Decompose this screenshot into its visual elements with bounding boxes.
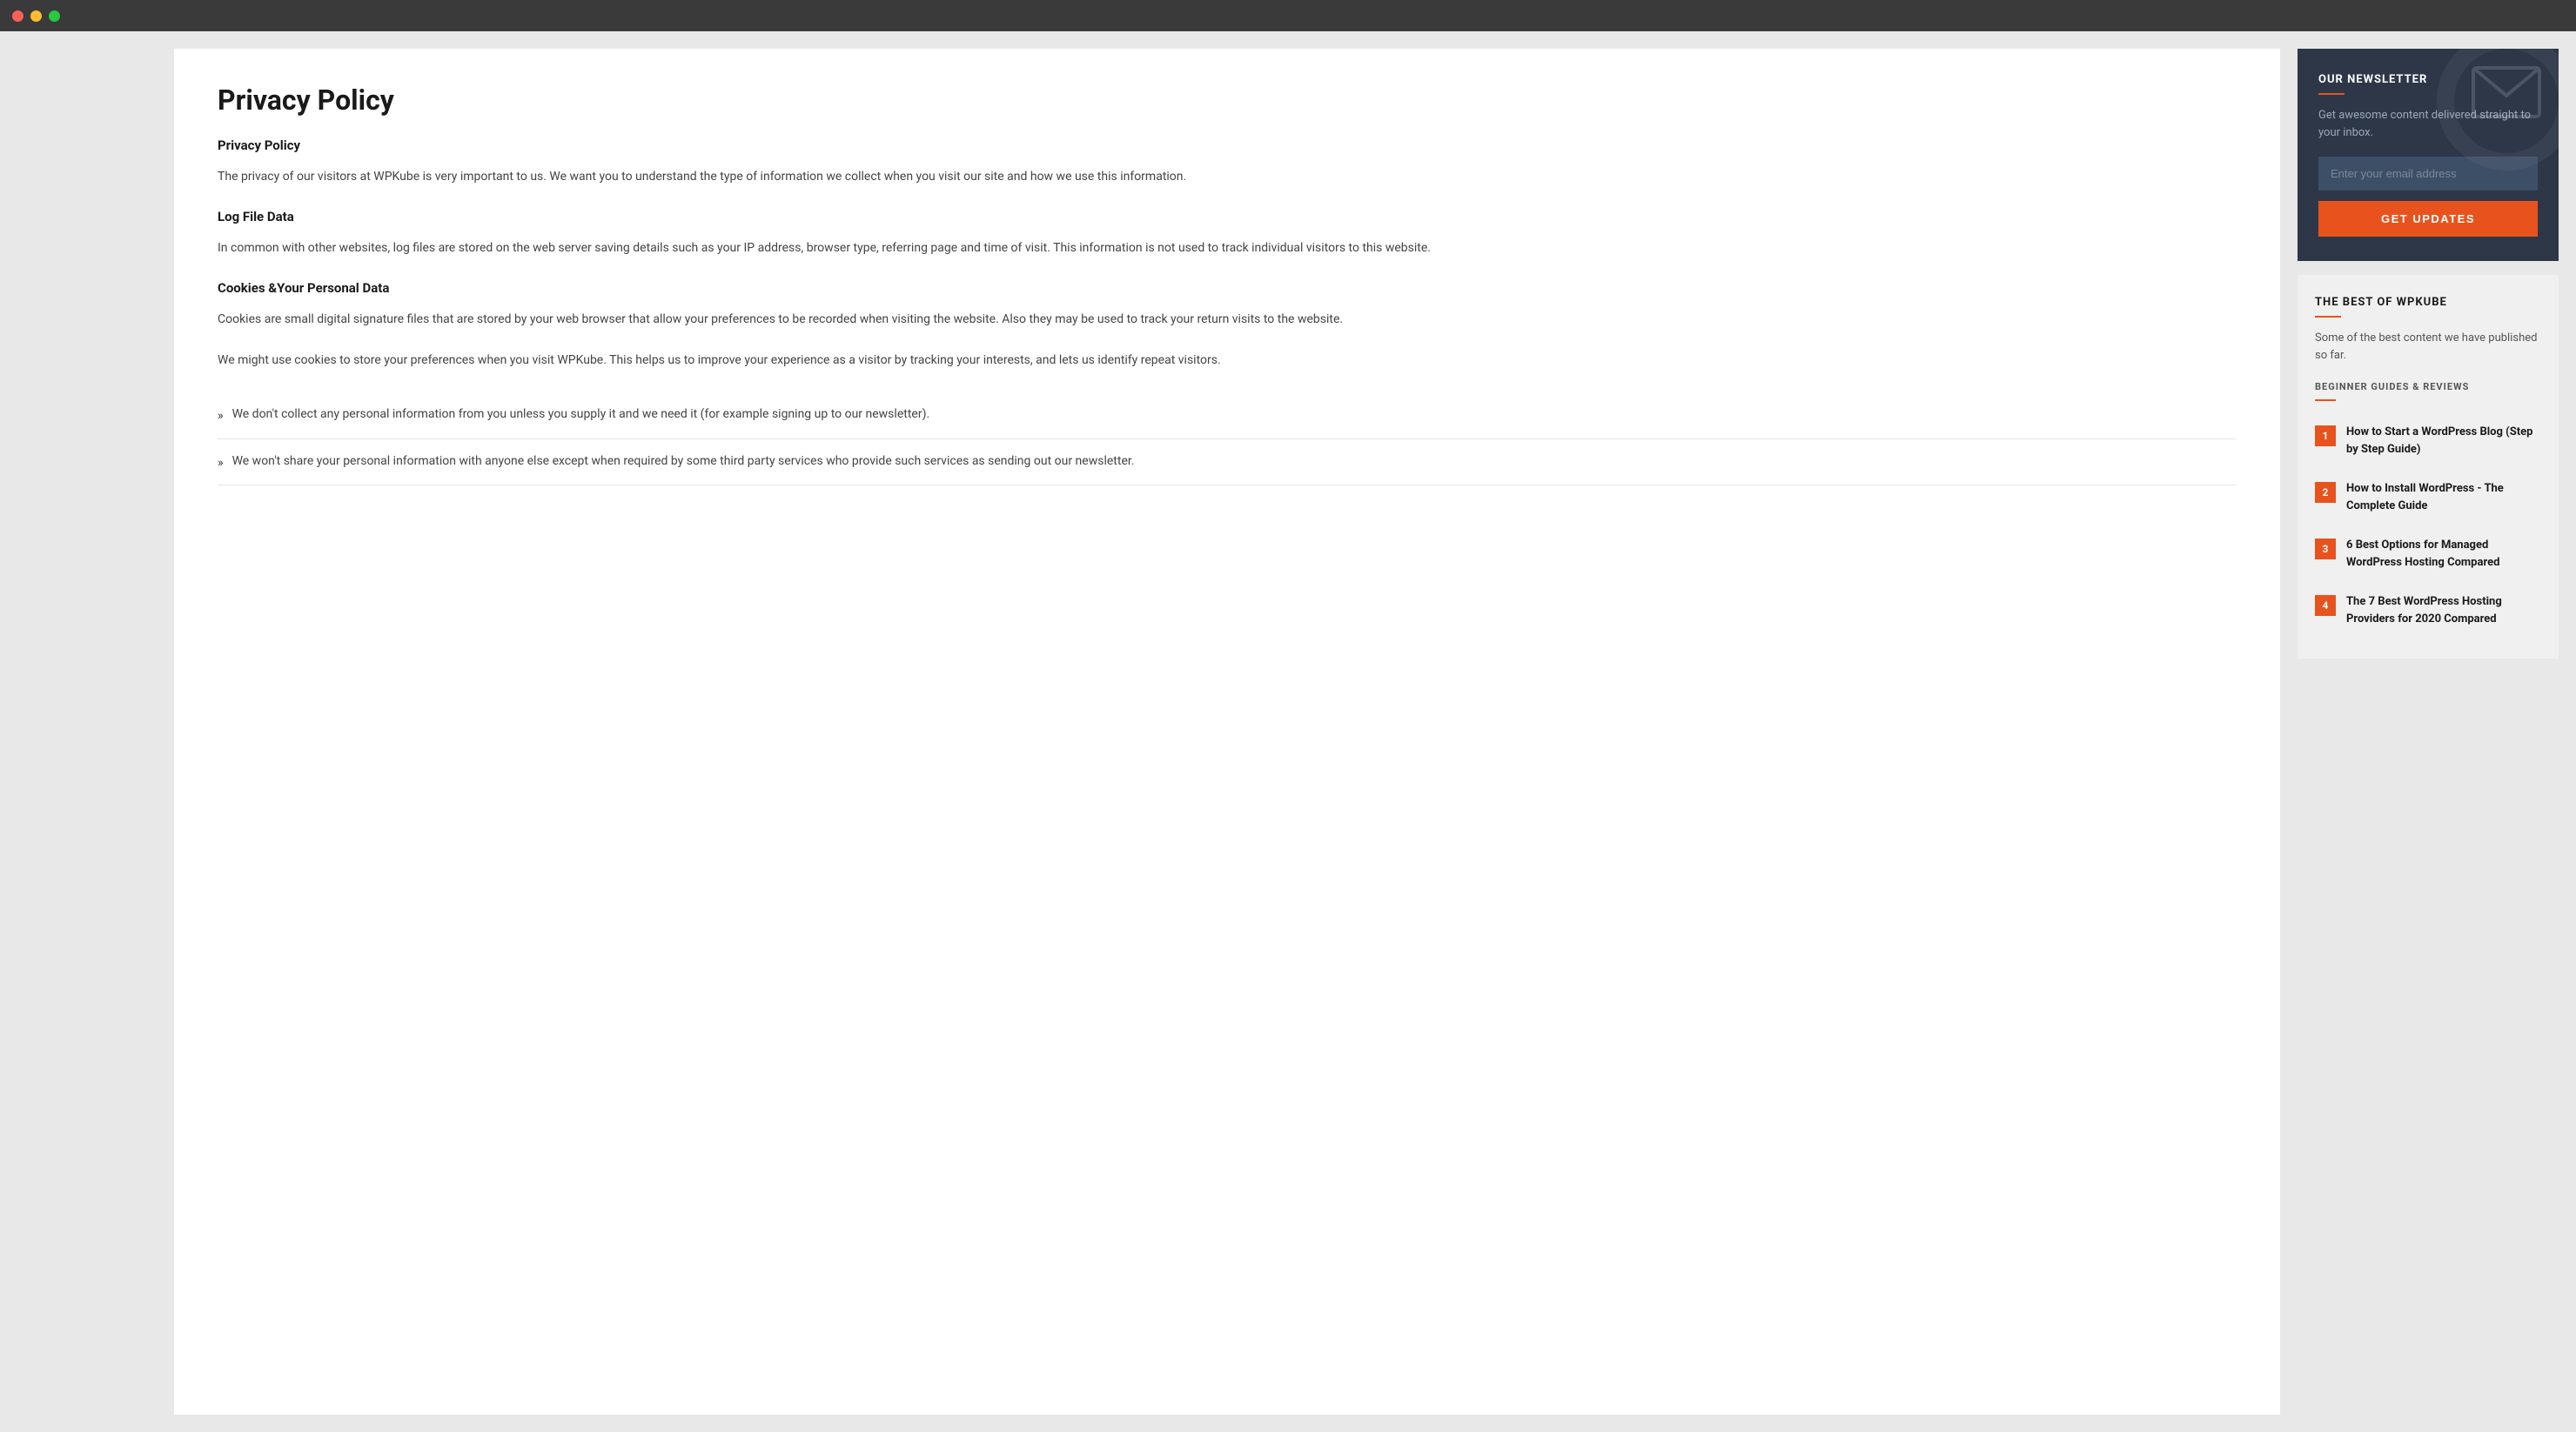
maximize-button[interactable] [49,10,60,22]
email-input[interactable] [2318,157,2538,191]
article-num-2: 2 [2315,482,2336,503]
page-title: Privacy Policy [218,84,2237,117]
section-heading-logfile: Log File Data [218,209,2237,224]
article-title-3[interactable]: 6 Best Options for Managed WordPress Hos… [2346,537,2541,571]
bestof-widget: THE BEST OF WPKUBE Some of the best cont… [2298,275,2559,659]
article-list: 1 How to Start a WordPress Blog (Step by… [2315,413,2541,638]
list-item-2: » We won't share your personal informati… [218,439,2237,485]
titlebar [0,0,2576,31]
list-text-1: We don't collect any personal informatio… [232,405,930,424]
browser-content: Privacy Policy Privacy Policy The privac… [0,31,2576,1432]
get-updates-button[interactable]: GET UPDATES [2318,201,2538,237]
article-title-4[interactable]: The 7 Best WordPress Hosting Providers f… [2346,593,2541,627]
article-num-4: 4 [2315,595,2336,616]
article-item-3: 3 6 Best Options for Managed WordPress H… [2315,526,2541,581]
main-area: Privacy Policy Privacy Policy The privac… [157,49,2576,1415]
bestof-title: THE BEST OF WPKUBE [2315,296,2541,309]
content-panel: Privacy Policy Privacy Policy The privac… [174,49,2280,1415]
article-title-2[interactable]: How to Install WordPress - The Complete … [2346,480,2541,514]
article-title-1[interactable]: How to Start a WordPress Blog (Step by S… [2346,424,2541,458]
right-sidebar: OUR NEWSLETTER Get awesome content deliv… [2298,49,2559,1415]
arrow-icon-1: » [218,406,224,425]
article-item-4: 4 The 7 Best WordPress Hosting Providers… [2315,583,2541,638]
newsletter-widget: OUR NEWSLETTER Get awesome content deliv… [2298,49,2559,261]
article-num-3: 3 [2315,539,2336,559]
envelope-icon [2472,66,2541,122]
section-heading-cookies: Cookies &Your Personal Data [218,280,2237,296]
bestof-accent [2315,316,2341,318]
beginner-guides-label: BEGINNER GUIDES & REVIEWS [2315,381,2541,392]
list-text-2: We won't share your personal information… [232,452,1135,471]
section-heading-privacy: Privacy Policy [218,137,2237,153]
section-label-accent [2315,399,2336,401]
article-item-2: 2 How to Install WordPress - The Complet… [2315,470,2541,525]
body-text-logfile: In common with other websites, log files… [218,238,2237,259]
article-item-1: 1 How to Start a WordPress Blog (Step by… [2315,413,2541,468]
body-text-cookies-2: We might use cookies to store your prefe… [218,351,2237,371]
bestof-subtitle: Some of the best content we have publish… [2315,330,2541,364]
minimize-button[interactable] [30,10,42,22]
body-text-privacy: The privacy of our visitors at WPKube is… [218,167,2237,188]
close-button[interactable] [12,10,23,22]
left-sidebar [0,49,157,1415]
list-item-1: » We don't collect any personal informat… [218,392,2237,438]
newsletter-accent [2318,93,2345,95]
body-text-cookies: Cookies are small digital signature file… [218,310,2237,331]
arrow-icon-2: » [218,453,224,472]
article-num-1: 1 [2315,425,2336,446]
